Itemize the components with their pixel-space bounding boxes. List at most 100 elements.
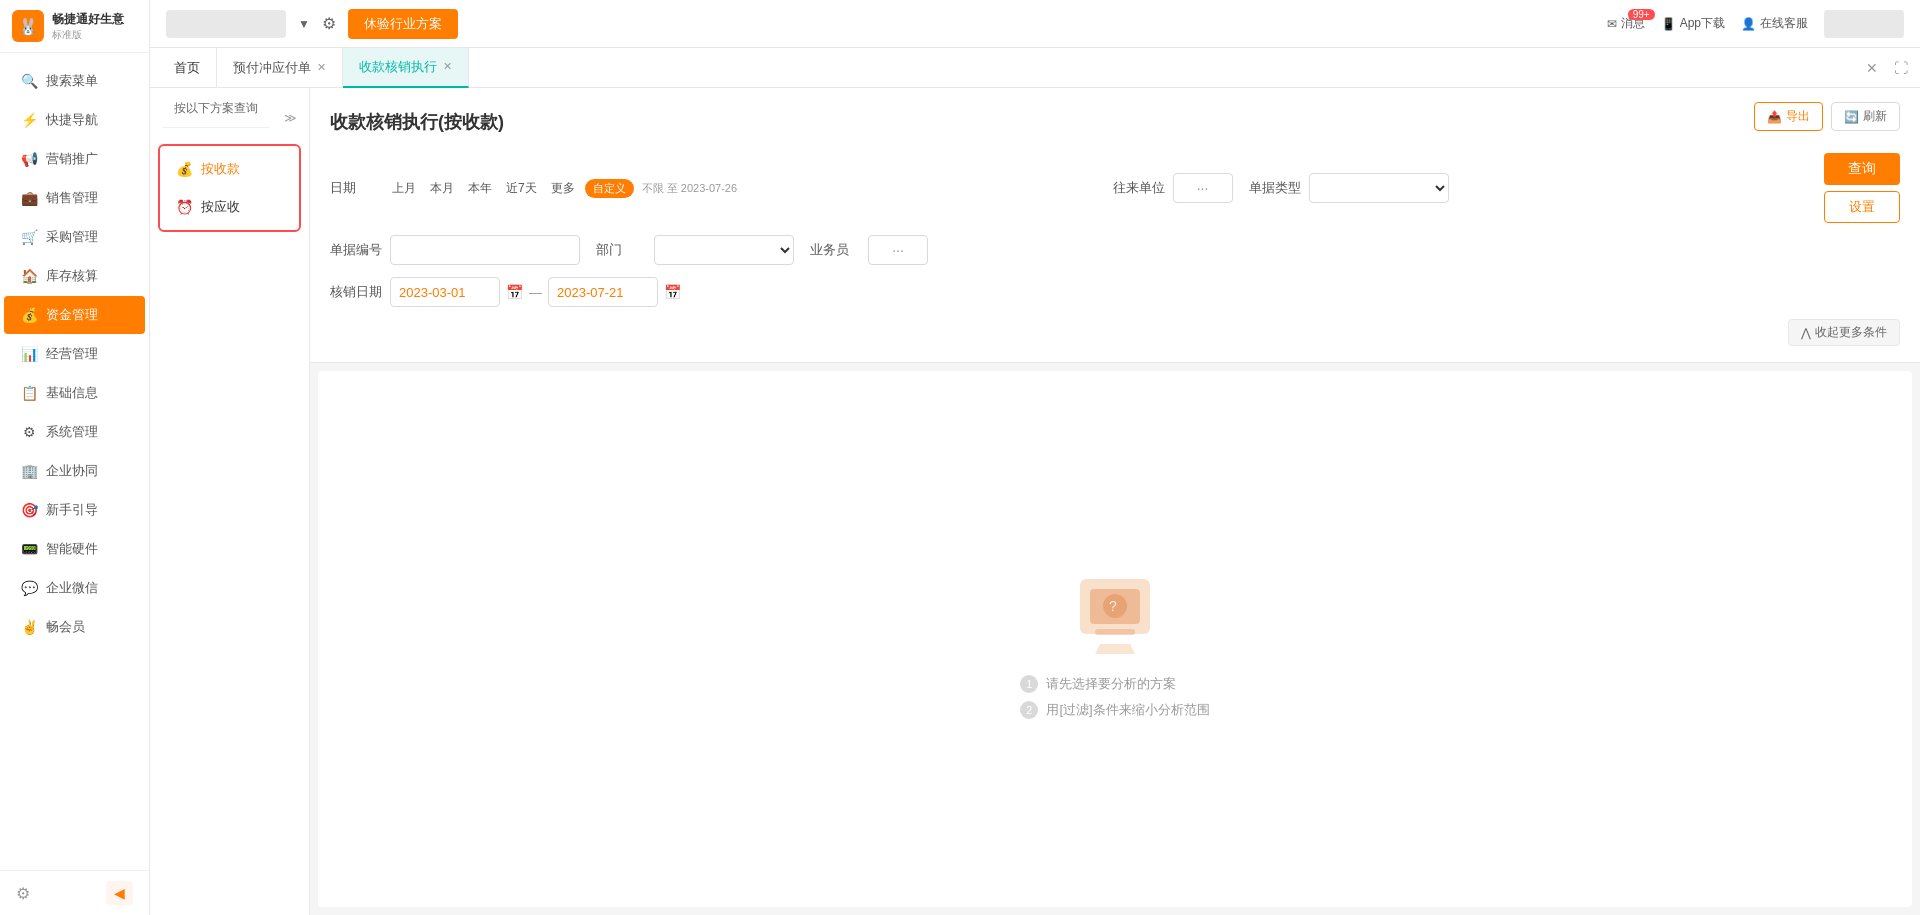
tab-home-label: 首页 <box>174 59 200 77</box>
main-content: ▼ ⚙ 休验行业方案 ✉ 消息 99+ 📱 App下载 👤 在线客服 首页 <box>150 0 1920 915</box>
logo-text: 畅捷通好生意 标准版 <box>52 11 124 42</box>
date-btn-custom[interactable]: 自定义 <box>585 179 634 198</box>
writeoff-date-start-input[interactable] <box>390 277 500 307</box>
department-field: 部门 <box>596 235 794 265</box>
sidebar-bottom: ⚙ ◀ <box>0 870 149 915</box>
topbar-left: ▼ ⚙ 休验行业方案 <box>166 9 458 39</box>
tab-receipt-writeoff-label: 收款核销执行 <box>359 58 437 76</box>
sidebar-item-sales[interactable]: 💼销售管理 <box>4 179 145 217</box>
writeoff-date-end-calendar-icon[interactable]: 📅 <box>664 284 681 300</box>
nav-label-finance: 资金管理 <box>46 306 98 324</box>
topbar-dropdown-icon[interactable]: ▼ <box>298 17 310 31</box>
filter-item-by-receipt[interactable]: 💰 按收款 <box>160 150 299 188</box>
refresh-icon: 🔄 <box>1844 110 1859 124</box>
query-area: 收款核销执行(按收款) 📤 导出 🔄 刷新 日期 <box>310 88 1920 915</box>
topbar-message[interactable]: ✉ 消息 99+ <box>1607 15 1645 32</box>
topbar-gear-icon[interactable]: ⚙ <box>322 14 336 33</box>
sidebar-item-quick[interactable]: ⚡快捷导航 <box>4 101 145 139</box>
date-btn-this-month[interactable]: 本月 <box>426 178 458 199</box>
tab-receipt-writeoff-close[interactable]: ✕ <box>443 60 452 73</box>
date-btn-more[interactable]: 更多 <box>547 178 579 199</box>
topbar-online-service[interactable]: 👤 在线客服 <box>1741 15 1808 32</box>
date-btn-this-year[interactable]: 本年 <box>464 178 496 199</box>
date-field: 日期 上月 本月 本年 近7天 更多 自定义 不限 至 2023-07-26 <box>330 178 737 199</box>
writeoff-date-end-input[interactable] <box>548 277 658 307</box>
sidebar-item-vip[interactable]: ✌畅会员 <box>4 608 145 646</box>
doc-no-label: 单据编号 <box>330 241 382 259</box>
nav-label-hardware: 智能硬件 <box>46 540 98 558</box>
nav-icon-marketing: 📢 <box>20 151 38 167</box>
sidebar-item-search[interactable]: 🔍搜索菜单 <box>4 62 145 100</box>
tab-prepay-label: 预付冲应付单 <box>233 59 311 77</box>
page-header: 收款核销执行(按收款) 📤 导出 🔄 刷新 <box>310 88 1920 141</box>
sidebar-item-operation[interactable]: 📊经营管理 <box>4 335 145 373</box>
form-row-2: 单据编号 部门 业务员 ··· <box>330 235 1900 265</box>
tab-receipt-writeoff[interactable]: 收款核销执行 ✕ <box>343 48 469 88</box>
date-btn-last-month[interactable]: 上月 <box>388 178 420 199</box>
sidebar-item-wechat[interactable]: 💬企业微信 <box>4 569 145 607</box>
logo-main: 畅捷通好生意 <box>52 11 124 28</box>
empty-tips: 1 请先选择要分析的方案 2 用[过滤]条件来缩小分析范围 <box>1020 675 1209 719</box>
date-separator: — <box>529 285 542 300</box>
settings-icon[interactable]: ⚙ <box>16 884 30 903</box>
topbar: ▼ ⚙ 休验行业方案 ✉ 消息 99+ 📱 App下载 👤 在线客服 <box>150 0 1920 48</box>
nav-icon-vip: ✌ <box>20 619 38 635</box>
sidebar-item-guide[interactable]: 🎯新手引导 <box>4 491 145 529</box>
sidebar-item-basic[interactable]: 📋基础信息 <box>4 374 145 412</box>
tabbar-expand-icon[interactable]: ⛶ <box>1890 56 1912 80</box>
export-button[interactable]: 📤 导出 <box>1754 102 1823 131</box>
tabbar: 首页 预付冲应付单 ✕ 收款核销执行 ✕ ✕ ⛶ <box>150 48 1920 88</box>
partner-select[interactable]: ··· <box>1173 173 1233 203</box>
date-note: 不限 至 2023-07-26 <box>642 181 737 196</box>
topbar-action-button[interactable]: 休验行业方案 <box>348 9 458 39</box>
doc-type-select[interactable] <box>1309 173 1449 203</box>
collapse-icon: ⋀ <box>1801 326 1811 340</box>
writeoff-date-start-calendar-icon[interactable]: 📅 <box>506 284 523 300</box>
filter-sidebar: 按以下方案查询 ≫ 💰 按收款 ⏰ 按应收 <box>150 88 310 915</box>
doc-no-input[interactable] <box>390 235 580 265</box>
tab-home[interactable]: 首页 <box>158 48 217 88</box>
tab-prepay-close[interactable]: ✕ <box>317 61 326 74</box>
logo-icon: 🐰 <box>12 10 44 42</box>
empty-state-illustration: ? <box>1055 559 1175 659</box>
topbar-right: ✉ 消息 99+ 📱 App下载 👤 在线客服 <box>1607 10 1904 38</box>
department-select[interactable] <box>654 235 794 265</box>
sidebar-item-system[interactable]: ⚙系统管理 <box>4 413 145 451</box>
empty-tip-1: 1 请先选择要分析的方案 <box>1020 675 1176 693</box>
nav-icon-purchase: 🛒 <box>20 229 38 245</box>
sidebar-item-enterprise[interactable]: 🏢企业协同 <box>4 452 145 490</box>
tabbar-close-icon[interactable]: ✕ <box>1862 56 1882 80</box>
date-btn-7days[interactable]: 近7天 <box>502 178 541 199</box>
refresh-button[interactable]: 🔄 刷新 <box>1831 102 1900 131</box>
sidebar-item-finance[interactable]: 💰资金管理 <box>4 296 145 334</box>
empty-tip-2: 2 用[过滤]条件来缩小分析范围 <box>1020 701 1209 719</box>
sidebar-item-marketing[interactable]: 📢营销推广 <box>4 140 145 178</box>
tip-num-2: 2 <box>1020 701 1038 719</box>
sidebar-item-hardware[interactable]: 📟智能硬件 <box>4 530 145 568</box>
tab-prepay[interactable]: 预付冲应付单 ✕ <box>217 48 343 88</box>
page-content: 按以下方案查询 ≫ 💰 按收款 ⏰ 按应收 收款核销执行(按收款) <box>150 88 1920 915</box>
salesperson-field: 业务员 ··· <box>810 235 928 265</box>
filter-box: 💰 按收款 ⏰ 按应收 <box>158 144 301 232</box>
filter-collapse-button[interactable]: ≫ <box>284 111 297 125</box>
sidebar-collapse-button[interactable]: ◀ <box>106 881 133 905</box>
writeoff-date-field: 核销日期 📅 — 📅 <box>330 277 681 307</box>
query-settings-button[interactable]: 设置 <box>1824 191 1900 223</box>
nav-icon-enterprise: 🏢 <box>20 463 38 479</box>
salesperson-select[interactable]: ··· <box>868 235 928 265</box>
nav-label-purchase: 采购管理 <box>46 228 98 246</box>
query-button[interactable]: 查询 <box>1824 153 1900 185</box>
filter-sidebar-title: 按以下方案查询 <box>162 100 270 128</box>
topbar-brand <box>166 10 286 38</box>
sidebar-item-inventory[interactable]: 🏠库存核算 <box>4 257 145 295</box>
partner-field: 往来单位 ··· <box>1113 173 1233 203</box>
svg-rect-4 <box>1095 629 1135 635</box>
sidebar-item-purchase[interactable]: 🛒 采购管理 <box>4 218 145 256</box>
topbar-app-download[interactable]: 📱 App下载 <box>1661 15 1725 32</box>
filter-item-by-receivable[interactable]: ⏰ 按应收 <box>160 188 299 226</box>
nav-icon-wechat: 💬 <box>20 580 38 596</box>
collapse-more-button[interactable]: ⋀ 收起更多条件 <box>1788 319 1900 346</box>
nav-label-operation: 经营管理 <box>46 345 98 363</box>
topbar-user[interactable] <box>1824 10 1904 38</box>
page-title: 收款核销执行(按收款) <box>330 110 504 134</box>
